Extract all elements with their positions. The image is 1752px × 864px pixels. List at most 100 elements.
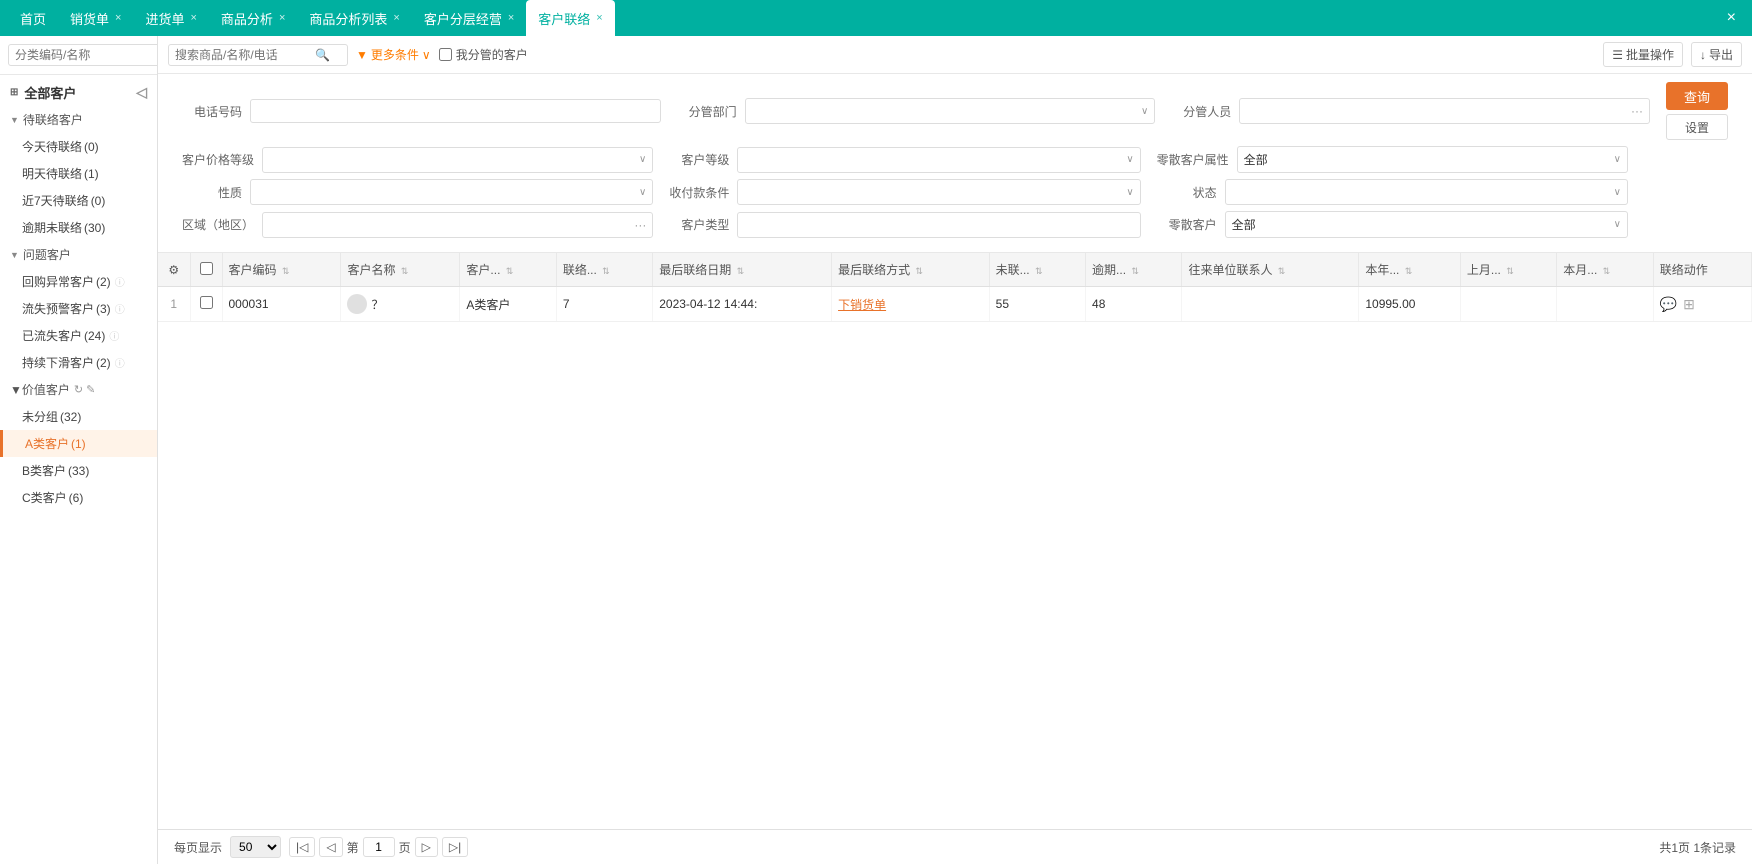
th-last-date[interactable]: 最后联络日期 ⇅	[653, 253, 832, 287]
filter-cell-person: 分管人员 ···	[1163, 98, 1658, 124]
edit-icon[interactable]: ✎	[86, 383, 95, 396]
batch-op-button[interactable]: ☰ 批量操作	[1603, 42, 1683, 67]
phone-input[interactable]	[250, 99, 661, 123]
main-layout: 🔍 ⊞ 全部客户 ◁ ▼ 待联络客户 今天待联络(0) 明天待联络(1) 近7天…	[0, 36, 1752, 864]
filter-cell-retail-attr: 零散客户属性 全部 ∨	[1149, 146, 1636, 173]
contact-action-icon[interactable]: 💬	[1660, 296, 1677, 313]
th-last-method[interactable]: 最后联络方式 ⇅	[832, 253, 990, 287]
page-number-input[interactable]	[363, 837, 395, 857]
per-page-select[interactable]: 50 100 200	[230, 836, 281, 858]
value-group-header[interactable]: ▼ 价值客户 ↻ ✎	[0, 376, 157, 403]
nature-chevron-icon: ∨	[639, 187, 646, 198]
row-checkbox[interactable]	[200, 296, 213, 309]
sidebar-item-class-a[interactable]: A类客户(1)	[0, 430, 157, 457]
filter-cell-payment: 收付款条件 ∨	[661, 179, 1148, 205]
sidebar-item-overdue-pending[interactable]: 逾期未联络(30)	[0, 214, 157, 241]
my-customers-check[interactable]	[439, 48, 452, 61]
settings-button[interactable]: 设置	[1666, 114, 1728, 140]
pending-group-header[interactable]: ▼ 待联络客户	[0, 106, 157, 133]
my-customers-checkbox[interactable]: 我分管的客户	[439, 46, 528, 63]
payment-select[interactable]: ∨	[737, 179, 1140, 205]
prev-page-btn[interactable]: ◁	[319, 837, 342, 857]
th-contact-count[interactable]: 联络... ⇅	[556, 253, 652, 287]
retail-attr-select[interactable]: 全部 ∨	[1237, 146, 1628, 173]
sidebar-item-class-c[interactable]: C类客户(6)	[0, 484, 157, 511]
th-name[interactable]: 客户名称 ⇅	[341, 253, 460, 287]
sidebar-item-tomorrow-pending[interactable]: 明天待联络(1)	[0, 160, 157, 187]
filter-search-input[interactable]	[175, 48, 315, 62]
dept-select[interactable]: ∨	[745, 98, 1156, 124]
nav-item-customer-contact[interactable]: 客户联络 ×	[526, 0, 614, 36]
th-company-contact[interactable]: 往来单位联系人 ⇅	[1182, 253, 1359, 287]
th-year[interactable]: 本年... ⇅	[1359, 253, 1461, 287]
customer-code: 000031	[222, 287, 341, 322]
top-nav: 首页 销货单 × 进货单 × 商品分析 × 商品分析列表 × 客户分层经营 × …	[0, 0, 1752, 36]
th-uncontacted[interactable]: 未联... ⇅	[989, 253, 1085, 287]
sort-year-icon: ⇅	[1405, 266, 1413, 276]
nav-item-analysis-list[interactable]: 商品分析列表 ×	[297, 0, 411, 36]
nav-item-analysis[interactable]: 商品分析 ×	[209, 0, 297, 36]
payment-chevron-icon: ∨	[1126, 187, 1133, 198]
last-page-btn[interactable]: ▷|	[442, 837, 468, 857]
filter-cell-status: 状态 ∨	[1149, 179, 1636, 205]
more-action-icon[interactable]: ⊞	[1683, 296, 1695, 313]
sidebar-item-ungrouped[interactable]: 未分组(32)	[0, 403, 157, 430]
close-sales-tab[interactable]: ×	[115, 12, 121, 24]
close-customer-segment-tab[interactable]: ×	[508, 12, 514, 24]
filter-bar-actions: ☰ 批量操作 ↓ 导出	[1603, 42, 1742, 67]
customer-level-select[interactable]: ∨	[737, 147, 1140, 173]
th-checkbox	[190, 253, 222, 287]
next-page-btn[interactable]: ▷	[415, 837, 438, 857]
customer-level-label: 客户等级	[669, 151, 729, 168]
close-customer-contact-tab[interactable]: ×	[596, 12, 602, 24]
status-select[interactable]: ∨	[1225, 179, 1628, 205]
th-current-month[interactable]: 本月... ⇅	[1557, 253, 1653, 287]
query-button[interactable]: 查询	[1666, 82, 1728, 110]
close-purchase-tab[interactable]: ×	[190, 12, 196, 24]
th-code[interactable]: 客户编码 ⇅	[222, 253, 341, 287]
customer-type-select[interactable]	[737, 212, 1140, 238]
nav-item-purchase[interactable]: 进货单 ×	[133, 0, 208, 36]
export-button[interactable]: ↓ 导出	[1691, 42, 1742, 67]
nav-item-customer-segment[interactable]: 客户分层经营 ×	[412, 0, 526, 36]
sidebar-item-declining[interactable]: 持续下滑客户(2) ⓘ	[0, 349, 157, 376]
th-settings[interactable]: ⚙	[158, 253, 190, 287]
nav-item-sales[interactable]: 销货单 ×	[58, 0, 133, 36]
price-level-label: 客户价格等级	[182, 151, 254, 168]
refresh-icon[interactable]: ↻	[74, 383, 83, 396]
nav-item-home[interactable]: 首页	[8, 0, 58, 36]
all-customers-header[interactable]: ⊞ 全部客户 ◁	[0, 75, 157, 106]
price-level-select[interactable]: ∨	[262, 147, 653, 173]
select-all-checkbox[interactable]	[200, 262, 213, 275]
page-prefix-label: 第	[347, 839, 359, 856]
th-last-month[interactable]: 上月... ⇅	[1460, 253, 1556, 287]
sidebar-item-churn-warning[interactable]: 流失预警客户(3) ⓘ	[0, 295, 157, 322]
close-analysis-list-tab[interactable]: ×	[393, 12, 399, 24]
problem-group-header[interactable]: ▼ 问题客户	[0, 241, 157, 268]
th-overdue[interactable]: 逾期... ⇅	[1086, 253, 1182, 287]
sidebar-item-today-pending[interactable]: 今天待联络(0)	[0, 133, 157, 160]
contact-count: 7	[556, 287, 652, 322]
filter-row-2: 客户价格等级 ∨ 客户等级 ∨ 零散客户属性 全部	[174, 146, 1736, 173]
sidebar-item-churned[interactable]: 已流失客户(24) ⓘ	[0, 322, 157, 349]
first-page-btn[interactable]: |◁	[289, 837, 315, 857]
nature-select[interactable]: ∨	[250, 179, 653, 205]
person-select[interactable]: ···	[1239, 98, 1650, 124]
sidebar-item-7day-pending[interactable]: 近7天待联络(0)	[0, 187, 157, 214]
sidebar-item-class-b[interactable]: B类客户(33)	[0, 457, 157, 484]
filter-row-1: 电话号码 分管部门 ∨ 分管人员 ···	[174, 82, 1736, 140]
th-class[interactable]: 客户... ⇅	[460, 253, 556, 287]
region-ellipsis-icon: ···	[634, 218, 646, 232]
close-analysis-tab[interactable]: ×	[279, 12, 285, 24]
sidebar: 🔍 ⊞ 全部客户 ◁ ▼ 待联络客户 今天待联络(0) 明天待联络(1) 近7天…	[0, 36, 158, 864]
collapse-sidebar-btn[interactable]: ◁	[136, 84, 147, 101]
retail-customer-select[interactable]: 全部 ∨	[1225, 211, 1628, 238]
sidebar-item-repurchase-anomaly[interactable]: 回购异常客户(2) ⓘ	[0, 268, 157, 295]
window-close-button[interactable]: ×	[1719, 9, 1744, 27]
last-contact-link[interactable]: 下销货单	[838, 298, 886, 312]
sidebar-search-input[interactable]	[8, 44, 158, 66]
filter-cell-retail-customer: 零散客户 全部 ∨	[1149, 211, 1636, 238]
region-select[interactable]: ···	[262, 212, 653, 238]
filter-search-icon[interactable]: 🔍	[315, 48, 330, 62]
more-conditions-btn[interactable]: ▼ 更多条件 ∨	[356, 46, 431, 63]
